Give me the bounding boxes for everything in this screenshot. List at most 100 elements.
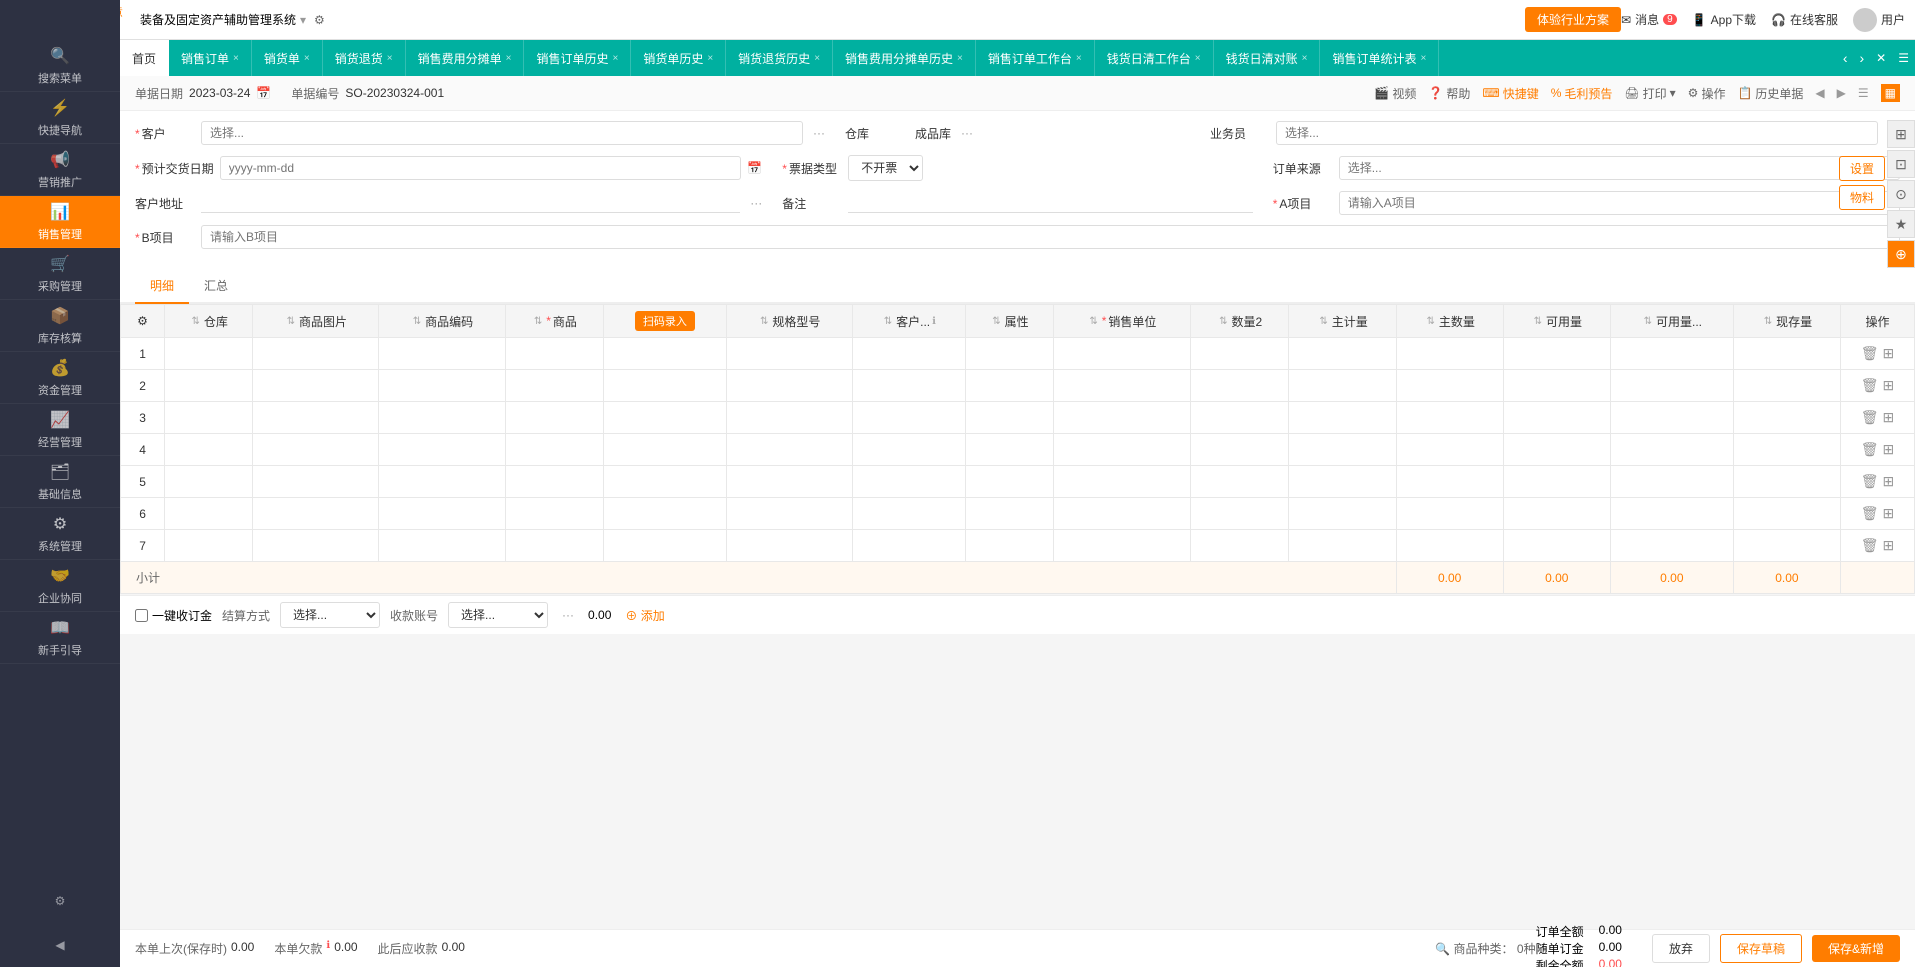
tab-summary[interactable]: 汇总 [189, 269, 243, 304]
row-delete-btn[interactable]: 🗑 [1861, 409, 1879, 426]
cell-scan[interactable] [604, 434, 726, 466]
cell-scan[interactable] [604, 466, 726, 498]
tab-expense-history[interactable]: 销售费用分摊单历史 × [833, 40, 976, 76]
cell-attribute[interactable] [965, 338, 1053, 370]
a-project-input[interactable] [1339, 191, 1900, 215]
cell-warehouse[interactable] [165, 530, 253, 562]
sidebar-item-marketing[interactable]: 📢 营销推广 [0, 144, 120, 196]
cell-product[interactable] [505, 338, 604, 370]
save-draft-btn[interactable]: 保存草稿 [1720, 934, 1802, 963]
cell-product[interactable] [505, 466, 604, 498]
row-delete-btn[interactable]: 🗑 [1861, 377, 1879, 394]
cell-attribute[interactable] [965, 370, 1053, 402]
cell-warehouse[interactable] [165, 434, 253, 466]
app-download-btn[interactable]: 📱 App下载 [1692, 11, 1756, 28]
row-copy-btn[interactable]: ⊞ [1883, 377, 1895, 394]
cell-image[interactable] [253, 370, 379, 402]
pager-prev-icon[interactable]: ◀ [1815, 86, 1824, 100]
tab-sales-order[interactable]: 销售订单 × [169, 40, 252, 76]
setup-btn[interactable]: 设置 [1839, 156, 1885, 181]
close-icon[interactable]: × [707, 53, 713, 64]
cell-qty2[interactable] [1190, 402, 1289, 434]
cell-scan[interactable] [604, 530, 726, 562]
cell-customer-code[interactable] [852, 434, 965, 466]
cell-image[interactable] [253, 498, 379, 530]
tabs-menu-icon[interactable]: ☰ [1892, 51, 1915, 65]
cell-main-unit[interactable] [1289, 498, 1396, 530]
sidebar-item-enterprise[interactable]: 🤝 企业协同 [0, 560, 120, 612]
row-delete-btn[interactable]: 🗑 [1861, 537, 1879, 554]
quick-btn-3[interactable]: ⊙ [1887, 180, 1915, 208]
close-icon[interactable]: × [233, 53, 239, 64]
cell-available2[interactable] [1610, 530, 1733, 562]
tabs-prev-icon[interactable]: ‹ [1837, 50, 1854, 66]
sidebar-settings-btn[interactable]: ⚙ [0, 879, 120, 923]
cell-product[interactable] [505, 434, 604, 466]
row-copy-btn[interactable]: ⊞ [1883, 409, 1895, 426]
cell-product[interactable] [505, 530, 604, 562]
cell-warehouse[interactable] [165, 498, 253, 530]
cell-spec[interactable] [726, 530, 852, 562]
close-icon[interactable]: × [1302, 53, 1308, 64]
cell-code[interactable] [379, 402, 505, 434]
cell-unit[interactable] [1054, 338, 1191, 370]
add-material-btn[interactable]: 物料 [1839, 185, 1885, 210]
cell-qty2[interactable] [1190, 498, 1289, 530]
cell-product[interactable] [505, 370, 604, 402]
b-project-input[interactable] [201, 225, 1900, 249]
cell-main-unit[interactable] [1289, 338, 1396, 370]
sidebar-item-sales[interactable]: 📊 销售管理 [0, 196, 120, 248]
cell-available2[interactable] [1610, 338, 1733, 370]
tabs-close-all-icon[interactable]: ✕ [1870, 51, 1892, 65]
delivery-date-input[interactable] [220, 156, 742, 180]
sidebar-collapse-btn[interactable]: ◀ [0, 923, 120, 967]
help-btn[interactable]: ❓ 帮助 [1428, 85, 1470, 102]
user-btn[interactable]: 用户 [1853, 8, 1905, 32]
dropdown-arrow-icon[interactable]: ▾ [300, 13, 306, 27]
cell-main-qty[interactable] [1396, 338, 1503, 370]
history-btn[interactable]: 📋 历史单据 [1737, 85, 1803, 102]
cell-customer-code[interactable] [852, 338, 965, 370]
industry-btn[interactable]: 体验行业方案 [1525, 7, 1621, 32]
tab-reconcile[interactable]: 钱货日清对账 × [1214, 40, 1321, 76]
sidebar-item-finance[interactable]: 💰 资金管理 [0, 352, 120, 404]
cell-product[interactable] [505, 498, 604, 530]
operation-btn[interactable]: ⚙ 操作 [1688, 85, 1726, 102]
messages-btn[interactable]: ✉ 消息 9 [1621, 11, 1677, 28]
sidebar-item-operations[interactable]: 📈 经营管理 [0, 404, 120, 456]
cell-main-qty[interactable] [1396, 498, 1503, 530]
video-btn[interactable]: 🎬 视频 [1374, 85, 1416, 102]
discard-btn[interactable]: 放弃 [1652, 934, 1710, 963]
cell-qty2[interactable] [1190, 338, 1289, 370]
sidebar-item-basic-info[interactable]: 🗂 基础信息 [0, 456, 120, 508]
cell-unit[interactable] [1054, 434, 1191, 466]
tab-return-history[interactable]: 销货退货历史 × [726, 40, 833, 76]
card-view-icon[interactable]: ▦ [1881, 84, 1900, 102]
cell-unit[interactable] [1054, 466, 1191, 498]
tab-workbench[interactable]: 销售订单工作台 × [976, 40, 1095, 76]
cell-code[interactable] [379, 466, 505, 498]
cell-warehouse[interactable] [165, 402, 253, 434]
quick-btn-5[interactable]: ⊕ [1887, 240, 1915, 268]
cell-stock[interactable] [1733, 466, 1840, 498]
close-icon[interactable]: × [957, 53, 963, 64]
cell-qty2[interactable] [1190, 530, 1289, 562]
sidebar-item-guide[interactable]: 📖 新手引导 [0, 612, 120, 664]
sidebar-item-search[interactable]: 🔍 搜索菜单 [0, 40, 120, 92]
row-delete-btn[interactable]: 🗑 [1861, 441, 1879, 458]
cell-stock[interactable] [1733, 530, 1840, 562]
cell-spec[interactable] [726, 466, 852, 498]
customer-more-icon[interactable]: ··· [813, 126, 825, 140]
cell-warehouse[interactable] [165, 338, 253, 370]
quick-btn-1[interactable]: ⊞ [1887, 120, 1915, 148]
address-input[interactable] [201, 194, 740, 213]
cell-attribute[interactable] [965, 434, 1053, 466]
collect-method-select[interactable]: 选择... [280, 602, 380, 628]
account-select[interactable]: 选择... [448, 602, 548, 628]
calendar-icon[interactable]: 📅 [256, 86, 271, 100]
quick-btn-2[interactable]: ⊡ [1887, 150, 1915, 178]
tab-sales-invoice[interactable]: 销货单 × [252, 40, 323, 76]
cell-scan[interactable] [604, 338, 726, 370]
cell-main-unit[interactable] [1289, 466, 1396, 498]
cell-scan[interactable] [604, 370, 726, 402]
